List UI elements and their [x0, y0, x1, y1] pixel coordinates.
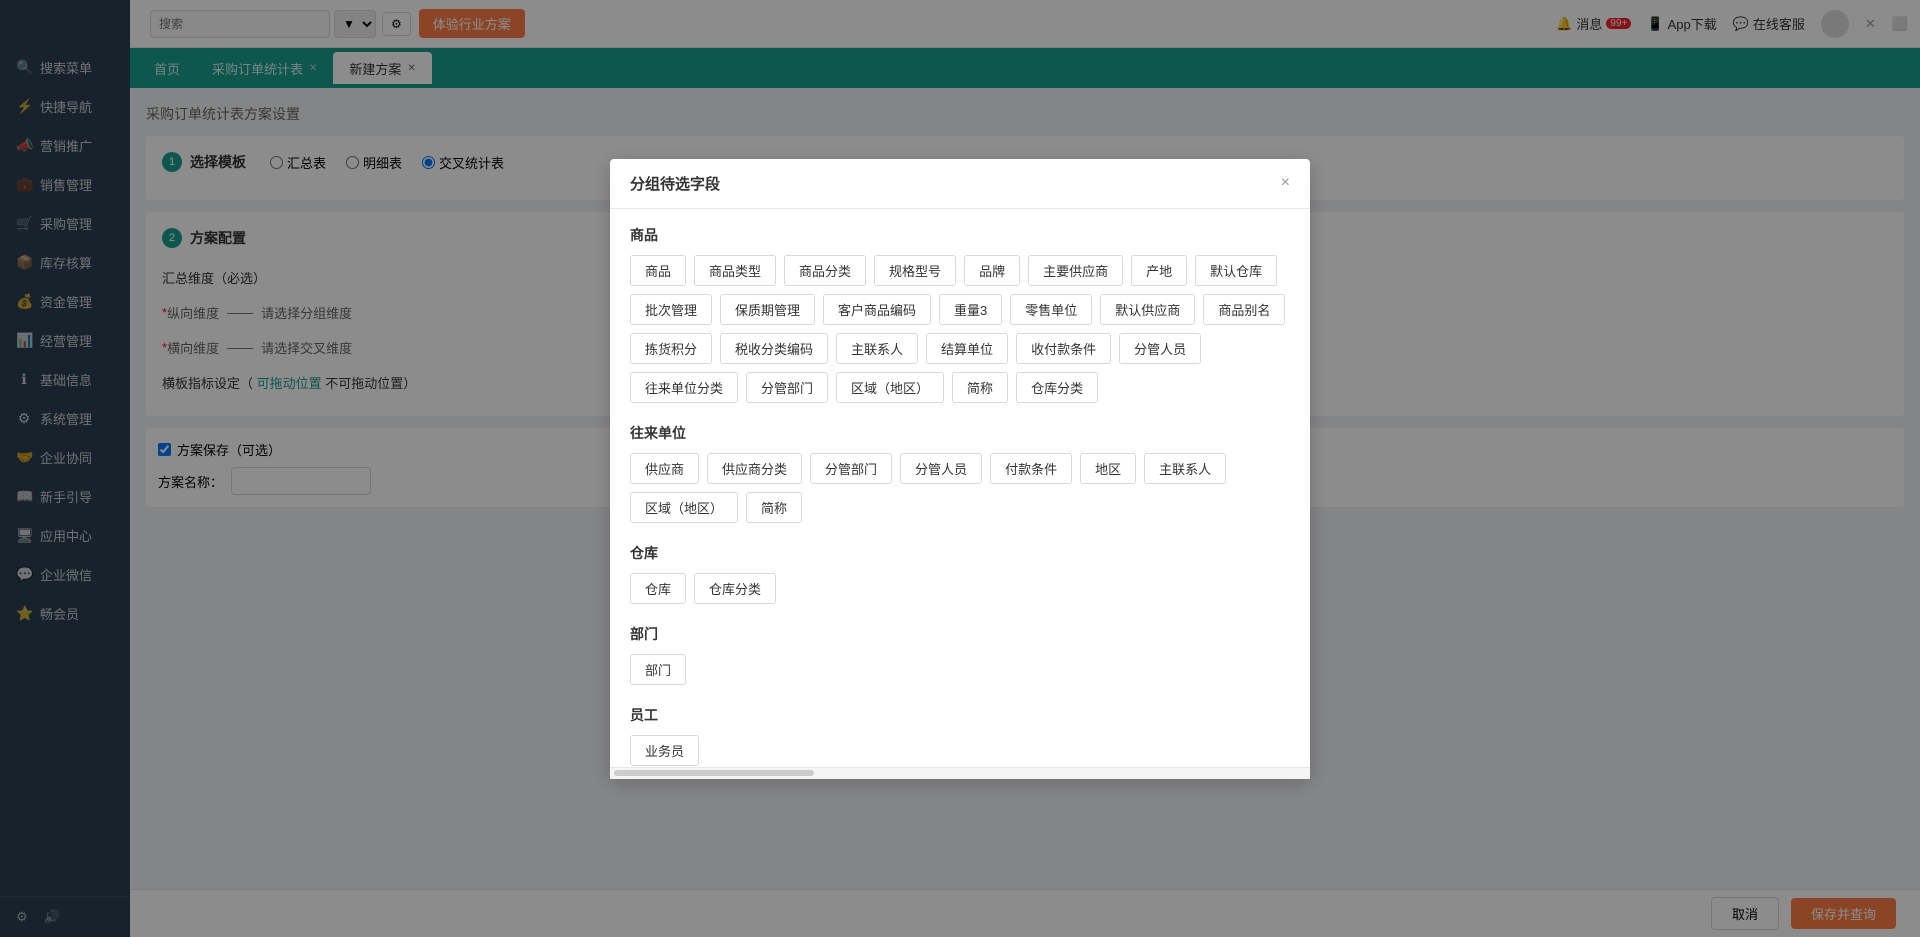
modal-field-tags-3: 部门 — [630, 654, 1290, 685]
field-tag-0-22[interactable]: 分管部门 — [746, 372, 828, 403]
field-tag-1-0[interactable]: 供应商 — [630, 453, 699, 484]
modal-section-title-4: 员工 — [630, 705, 1290, 725]
field-tag-0-12[interactable]: 零售单位 — [1010, 294, 1092, 325]
field-tag-0-23[interactable]: 区域（地区） — [836, 372, 944, 403]
field-tag-0-18[interactable]: 结算单位 — [926, 333, 1008, 364]
field-tag-2-1[interactable]: 仓库分类 — [694, 573, 776, 604]
modal-section-2: 仓库仓库仓库分类 — [630, 543, 1290, 604]
field-tag-0-21[interactable]: 往来单位分类 — [630, 372, 738, 403]
field-tag-0-2[interactable]: 商品分类 — [784, 255, 866, 286]
field-tag-1-2[interactable]: 分管部门 — [810, 453, 892, 484]
field-tag-1-4[interactable]: 付款条件 — [990, 453, 1072, 484]
field-tag-0-6[interactable]: 产地 — [1131, 255, 1187, 286]
field-tag-0-4[interactable]: 品牌 — [964, 255, 1020, 286]
field-tag-0-8[interactable]: 批次管理 — [630, 294, 712, 325]
field-tag-3-0[interactable]: 部门 — [630, 654, 686, 685]
field-tag-0-10[interactable]: 客户商品编码 — [823, 294, 931, 325]
field-tag-0-11[interactable]: 重量3 — [939, 294, 1002, 325]
field-tag-1-3[interactable]: 分管人员 — [900, 453, 982, 484]
modal-body: 商品商品商品类型商品分类规格型号品牌主要供应商产地默认仓库批次管理保质期管理客户… — [610, 209, 1310, 767]
modal-hscroll — [610, 767, 1310, 779]
modal-field-tags-0: 商品商品类型商品分类规格型号品牌主要供应商产地默认仓库批次管理保质期管理客户商品… — [630, 255, 1290, 403]
modal-header: 分组待选字段 × — [610, 159, 1310, 209]
modal: 分组待选字段 × 商品商品商品类型商品分类规格型号品牌主要供应商产地默认仓库批次… — [610, 159, 1310, 779]
field-tag-1-5[interactable]: 地区 — [1080, 453, 1136, 484]
field-tag-0-9[interactable]: 保质期管理 — [720, 294, 815, 325]
modal-section-1: 往来单位供应商供应商分类分管部门分管人员付款条件地区主联系人区域（地区） 简称 — [630, 423, 1290, 523]
field-tag-0-5[interactable]: 主要供应商 — [1028, 255, 1123, 286]
field-tag-1-6[interactable]: 主联系人 — [1144, 453, 1226, 484]
modal-close-button[interactable]: × — [1281, 175, 1290, 191]
modal-section-3: 部门部门 — [630, 624, 1290, 685]
field-tag-2-0[interactable]: 仓库 — [630, 573, 686, 604]
modal-overlay: 分组待选字段 × 商品商品商品类型商品分类规格型号品牌主要供应商产地默认仓库批次… — [0, 0, 1920, 937]
modal-section-4: 员工业务员 — [630, 705, 1290, 766]
modal-field-tags-1: 供应商供应商分类分管部门分管人员付款条件地区主联系人区域（地区） 简称 — [630, 453, 1290, 523]
modal-hscroll-thumb[interactable] — [614, 770, 814, 776]
field-tag-0-16[interactable]: 税收分类编码 — [720, 333, 828, 364]
modal-field-tags-4: 业务员 — [630, 735, 1290, 766]
field-tag-0-20[interactable]: 分管人员 — [1119, 333, 1201, 364]
modal-section-title-0: 商品 — [630, 225, 1290, 245]
field-tag-0-1[interactable]: 商品类型 — [694, 255, 776, 286]
field-tag-0-19[interactable]: 收付款条件 — [1016, 333, 1111, 364]
field-tag-1-1[interactable]: 供应商分类 — [707, 453, 802, 484]
modal-section-title-2: 仓库 — [630, 543, 1290, 563]
field-tag-0-25[interactable]: 仓库分类 — [1016, 372, 1098, 403]
field-tag-0-14[interactable]: 商品别名 — [1203, 294, 1285, 325]
field-tag-1-7[interactable]: 区域（地区） — [630, 492, 738, 523]
field-tag-0-0[interactable]: 商品 — [630, 255, 686, 286]
field-tag-0-15[interactable]: 拣货积分 — [630, 333, 712, 364]
field-tag-0-13[interactable]: 默认供应商 — [1100, 294, 1195, 325]
field-tag-0-24[interactable]: 简称 — [952, 372, 1008, 403]
field-tag-0-3[interactable]: 规格型号 — [874, 255, 956, 286]
modal-field-tags-2: 仓库仓库分类 — [630, 573, 1290, 604]
modal-title: 分组待选字段 — [630, 173, 720, 194]
field-tag-4-0[interactable]: 业务员 — [630, 735, 699, 766]
field-tag-0-17[interactable]: 主联系人 — [836, 333, 918, 364]
modal-section-0: 商品商品商品类型商品分类规格型号品牌主要供应商产地默认仓库批次管理保质期管理客户… — [630, 225, 1290, 403]
field-tag-0-7[interactable]: 默认仓库 — [1195, 255, 1277, 286]
field-tag-1-8[interactable]: 简称 — [746, 492, 802, 523]
modal-section-title-1: 往来单位 — [630, 423, 1290, 443]
modal-section-title-3: 部门 — [630, 624, 1290, 644]
